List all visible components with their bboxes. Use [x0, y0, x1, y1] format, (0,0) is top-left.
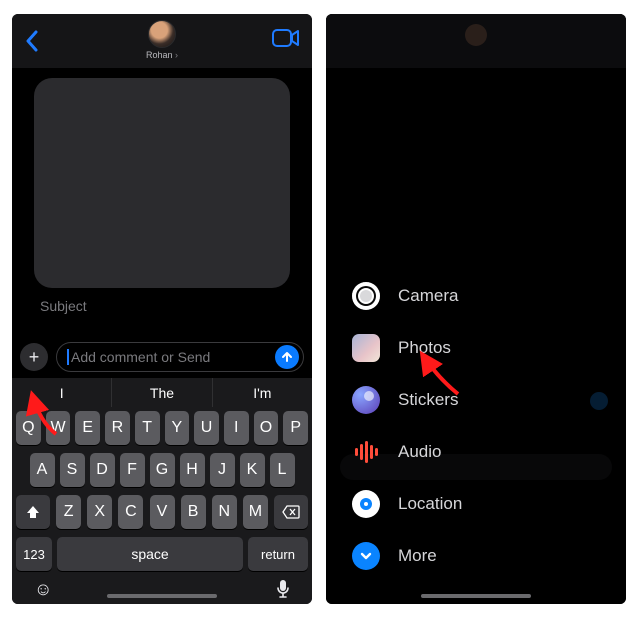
location-icon [352, 490, 380, 518]
key-i[interactable]: I [224, 411, 249, 445]
app-label-more: More [398, 546, 437, 566]
text-caret [67, 349, 69, 365]
app-item-stickers[interactable]: Stickers [352, 386, 462, 414]
key-w[interactable]: W [46, 411, 71, 445]
subject-field[interactable]: Subject [34, 298, 290, 314]
more-icon [352, 542, 380, 570]
messages-compose-screen: Rohan Subject + Add comment or Send I [12, 14, 312, 604]
key-j[interactable]: J [210, 453, 235, 487]
key-e[interactable]: E [75, 411, 100, 445]
back-button[interactable] [22, 26, 42, 56]
app-item-camera[interactable]: Camera [352, 282, 462, 310]
key-l[interactable]: L [270, 453, 295, 487]
app-label-location: Location [398, 494, 462, 514]
message-input[interactable]: Add comment or Send [56, 342, 304, 372]
key-g[interactable]: G [150, 453, 175, 487]
key-row-1: Q W E R T Y U I O P [12, 407, 312, 449]
camera-icon [352, 282, 380, 310]
avatar [148, 20, 176, 48]
app-item-more[interactable]: More [352, 542, 462, 570]
faint-avatar [465, 24, 487, 46]
key-z[interactable]: Z [56, 495, 81, 529]
faint-send-icon [590, 392, 608, 410]
key-r[interactable]: R [105, 411, 130, 445]
return-key[interactable]: return [248, 537, 308, 571]
dictation-button[interactable] [276, 579, 290, 604]
key-p[interactable]: P [283, 411, 308, 445]
app-label-camera: Camera [398, 286, 458, 306]
prediction-3[interactable]: I'm [213, 378, 312, 407]
app-list: Camera Photos Stickers Audio Location [352, 282, 462, 570]
key-d[interactable]: D [90, 453, 115, 487]
plus-button[interactable]: + [20, 343, 48, 371]
app-label-audio: Audio [398, 442, 441, 462]
key-row-3: Z X C V B N M [12, 491, 312, 533]
key-x[interactable]: X [87, 495, 112, 529]
space-key[interactable]: space [57, 537, 243, 571]
conversation-area: Subject [12, 68, 312, 336]
compose-bar: + Add comment or Send [12, 336, 312, 378]
key-f[interactable]: F [120, 453, 145, 487]
stickers-icon [352, 386, 380, 414]
prediction-2[interactable]: The [112, 378, 212, 407]
key-o[interactable]: O [254, 411, 279, 445]
key-a[interactable]: A [30, 453, 55, 487]
facetime-button[interactable] [272, 28, 300, 53]
message-placeholder: Add comment or Send [71, 349, 275, 365]
key-n[interactable]: N [212, 495, 237, 529]
contact-name: Rohan [146, 50, 178, 60]
photos-icon [352, 334, 380, 362]
key-b[interactable]: B [181, 495, 206, 529]
app-item-audio[interactable]: Audio [352, 438, 462, 466]
key-v[interactable]: V [150, 495, 175, 529]
audio-icon [352, 438, 380, 466]
numbers-key[interactable]: 123 [16, 537, 52, 571]
key-s[interactable]: S [60, 453, 85, 487]
send-button[interactable] [275, 345, 299, 369]
image-attachment-preview[interactable] [34, 78, 290, 288]
key-h[interactable]: H [180, 453, 205, 487]
app-label-stickers: Stickers [398, 390, 458, 410]
titlebar: Rohan [12, 14, 312, 68]
backspace-key[interactable] [274, 495, 308, 529]
key-c[interactable]: C [118, 495, 143, 529]
keyboard: I The I'm Q W E R T Y U I O P A S D F [12, 378, 312, 604]
key-row-2: A S D F G H J K L [12, 449, 312, 491]
key-q[interactable]: Q [16, 411, 41, 445]
app-menu-overlay: Camera Photos Stickers Audio Location [326, 14, 626, 604]
prediction-bar: I The I'm [12, 378, 312, 407]
home-indicator[interactable] [107, 594, 217, 598]
key-row-4: 123 space return [12, 533, 312, 575]
key-y[interactable]: Y [165, 411, 190, 445]
app-item-photos[interactable]: Photos [352, 334, 462, 362]
prediction-1[interactable]: I [12, 378, 112, 407]
app-item-location[interactable]: Location [352, 490, 462, 518]
key-m[interactable]: M [243, 495, 268, 529]
emoji-button[interactable]: ☺ [34, 579, 52, 604]
contact-header[interactable]: Rohan [146, 20, 178, 60]
shift-key[interactable] [16, 495, 50, 529]
key-k[interactable]: K [240, 453, 265, 487]
home-indicator[interactable] [421, 594, 531, 598]
key-t[interactable]: T [135, 411, 160, 445]
keyboard-footer: ☺ [12, 575, 312, 604]
app-label-photos: Photos [398, 338, 451, 358]
key-u[interactable]: U [194, 411, 219, 445]
